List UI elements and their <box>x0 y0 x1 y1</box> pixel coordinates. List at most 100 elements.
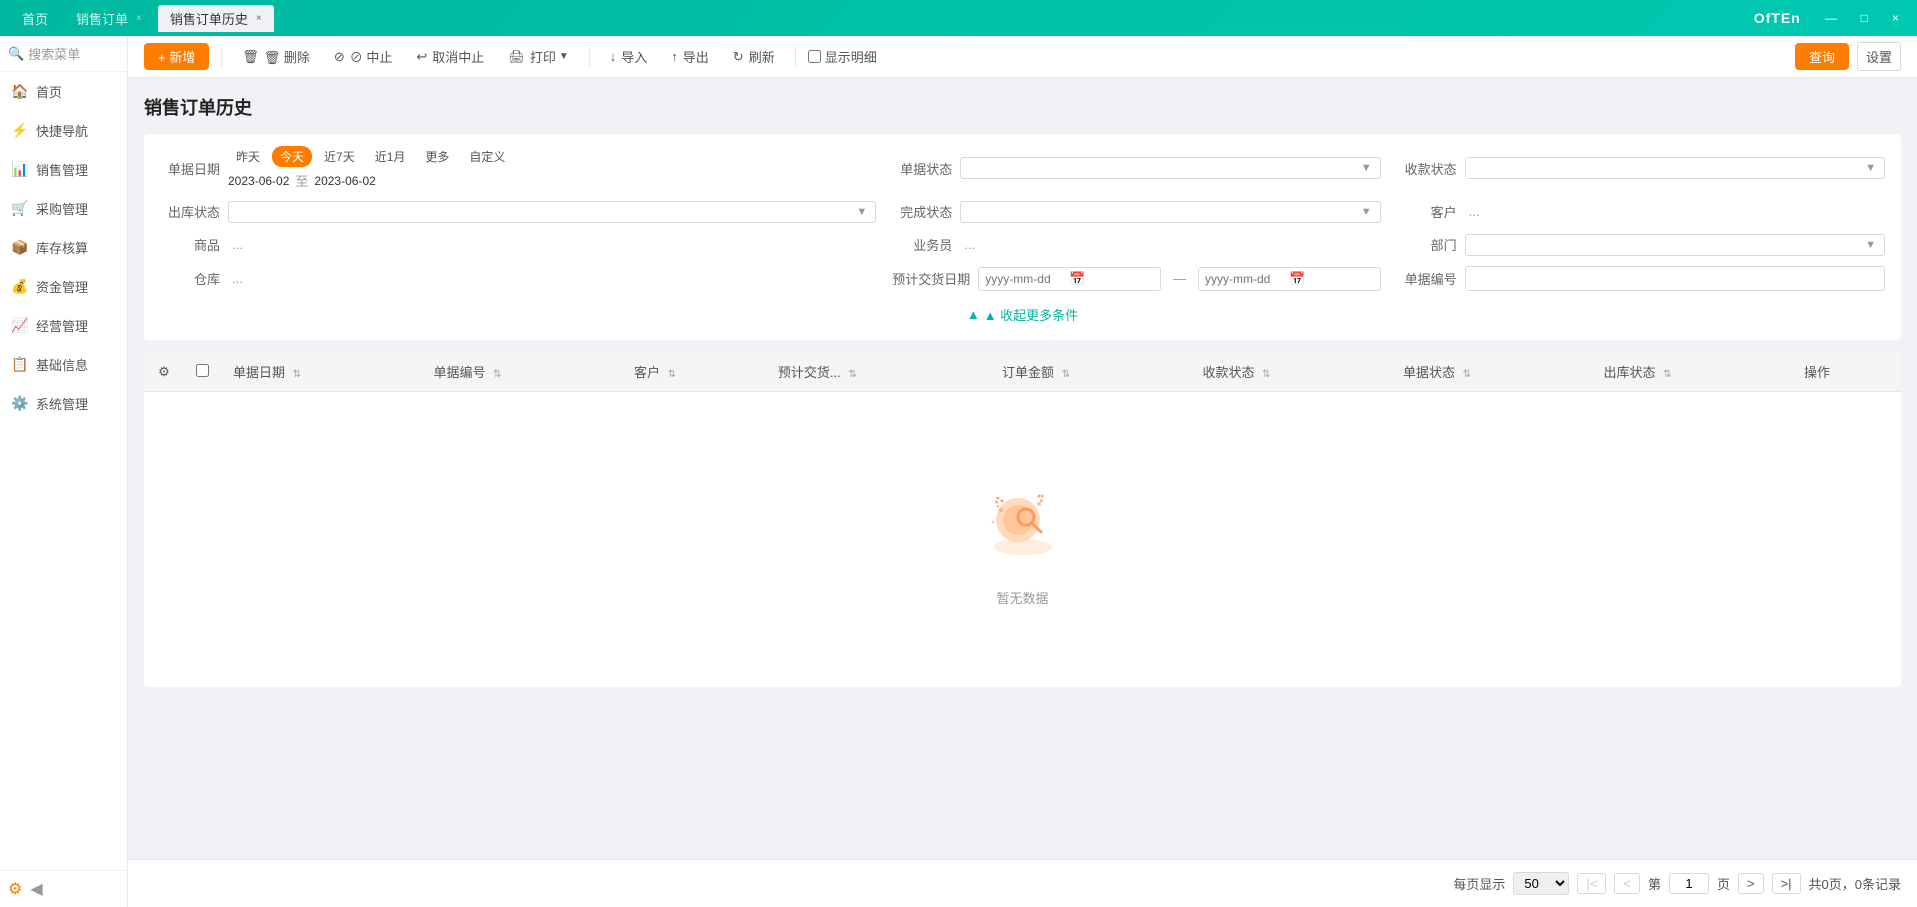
close-tab-sales-order[interactable]: × <box>136 13 142 24</box>
delivery-date-end-input[interactable] <box>1205 272 1285 286</box>
separator-2 <box>589 47 590 67</box>
delivery-date-end[interactable]: 📅 <box>1198 267 1381 291</box>
per-page-select[interactable]: 10 20 50 100 <box>1513 872 1569 895</box>
sidebar-item-operations[interactable]: 📈 经营管理 <box>0 306 127 345</box>
chevron-down-icon-2: ▼ <box>1865 162 1876 174</box>
th-ship-status[interactable]: 出库状态 ⇅ <box>1591 352 1792 392</box>
sidebar-item-quick-nav[interactable]: ⚡ 快捷导航 <box>0 111 127 150</box>
tab-home[interactable]: 首页 <box>10 5 60 32</box>
next-page-btn[interactable]: > <box>1738 873 1764 894</box>
bill-status-select[interactable]: ▼ <box>960 157 1380 179</box>
home-icon: 🏠 <box>12 84 28 100</box>
filter-row-3: 商品 ... 业务员 ... 部门 ▼ <box>160 233 1885 256</box>
import-icon: ↓ <box>610 49 617 64</box>
date-start-display: 2023-06-02 <box>228 174 289 188</box>
goods-picker[interactable]: ... <box>228 233 247 256</box>
stop-icon: ⊘ <box>334 49 345 65</box>
page-number-input[interactable] <box>1669 873 1709 894</box>
date-range: 2023-06-02 至 2023-06-02 <box>228 171 876 190</box>
th-order-amount[interactable]: 订单金额 ⇅ <box>990 352 1191 392</box>
bill-number-input[interactable] <box>1465 266 1885 291</box>
export-button[interactable]: ↑ 导出 <box>663 43 717 70</box>
th-delivery-date[interactable]: 预计交货... ⇅ <box>766 352 990 392</box>
payment-status-label: 收款状态 <box>1397 159 1457 178</box>
prev-page-btn[interactable]: < <box>1614 873 1640 894</box>
first-page-btn[interactable]: |< <box>1577 873 1606 894</box>
select-all-checkbox[interactable] <box>196 364 209 377</box>
empty-text: 暂无数据 <box>996 588 1048 607</box>
last-page-btn[interactable]: >| <box>1772 873 1801 894</box>
sort-icon-customer: ⇅ <box>668 369 676 380</box>
delivery-date-start[interactable]: 📅 <box>978 267 1161 291</box>
chip-yesterday[interactable]: 昨天 <box>228 146 268 167</box>
customer-picker[interactable]: ... <box>1465 200 1484 223</box>
department-label: 部门 <box>1397 235 1457 254</box>
collapse-more-btn[interactable]: ▲ ▲ 收起更多条件 <box>160 301 1885 328</box>
close-btn[interactable]: × <box>1884 9 1907 27</box>
department-select[interactable]: ▼ <box>1465 234 1885 256</box>
delivery-date-label: 预计交货日期 <box>892 269 970 288</box>
tab-sales-order[interactable]: 销售订单 × <box>64 5 154 32</box>
th-bill-number[interactable]: 单据编号 ⇅ <box>422 352 623 392</box>
complete-status-select[interactable]: ▼ <box>960 201 1380 223</box>
sidebar-item-sales[interactable]: 📊 销售管理 <box>0 150 127 189</box>
sidebar-item-inventory[interactable]: 📦 库存核算 <box>0 228 127 267</box>
sidebar-collapse-icon[interactable]: ◀ <box>30 879 42 899</box>
sidebar-item-label: 采购管理 <box>36 199 88 218</box>
stop-button[interactable]: ⊘ ⊘ 中止 <box>326 43 401 70</box>
minimize-btn[interactable]: — <box>1817 9 1845 27</box>
collapse-icon: ▲ <box>967 307 980 322</box>
salesperson-label: 业务员 <box>892 235 952 254</box>
delete-button[interactable]: 🗑 🗑 删除 <box>234 43 318 70</box>
bill-number-label: 单据编号 <box>1397 269 1457 288</box>
cancel-stop-button[interactable]: ↩ 取消中止 <box>408 43 492 70</box>
sort-icon-delivery: ⇅ <box>848 369 856 380</box>
settings-icon[interactable]: ⚙ <box>158 364 170 379</box>
show-detail-checkbox-label[interactable]: 显示明细 <box>808 47 877 66</box>
close-tab-sales-order-history[interactable]: × <box>256 13 262 24</box>
cancel-icon: ↩ <box>416 49 427 65</box>
chip-7days[interactable]: 近7天 <box>316 146 363 167</box>
new-button[interactable]: + 新增 <box>144 43 209 70</box>
sidebar-item-system[interactable]: ⚙️ 系统管理 <box>0 384 127 423</box>
chip-more[interactable]: 更多 <box>417 146 457 167</box>
chip-today[interactable]: 今天 <box>272 146 312 167</box>
th-bill-status[interactable]: 单据状态 ⇅ <box>1391 352 1592 392</box>
filter-customer: 客户 ... <box>1397 200 1885 223</box>
sidebar-item-home[interactable]: 🏠 首页 <box>0 72 127 111</box>
maximize-btn[interactable]: □ <box>1853 9 1876 27</box>
sidebar-settings-icon[interactable]: ⚙ <box>8 879 22 899</box>
refresh-button[interactable]: ↻ 刷新 <box>725 43 783 70</box>
th-bill-date[interactable]: 单据日期 ⇅ <box>221 352 422 392</box>
salesperson-picker[interactable]: ... <box>960 233 979 256</box>
th-checkbox[interactable] <box>184 352 221 392</box>
ship-status-select[interactable]: ▼ <box>228 201 876 223</box>
delivery-date-start-input[interactable] <box>985 272 1065 286</box>
separator <box>221 47 222 67</box>
sidebar-search[interactable]: 🔍 搜索菜单 <box>0 36 127 72</box>
sort-icon-ship: ⇅ <box>1663 369 1671 380</box>
th-settings[interactable]: ⚙ <box>144 352 184 392</box>
print-button[interactable]: 🖨 打印 ▼ <box>500 43 576 70</box>
query-button[interactable]: 查询 <box>1795 43 1849 70</box>
show-detail-checkbox[interactable] <box>808 50 821 63</box>
tab-sales-order-history[interactable]: 销售订单历史 × <box>158 5 274 32</box>
sort-icon-bill-number: ⇅ <box>493 369 501 380</box>
warehouse-picker[interactable]: ... <box>228 267 247 290</box>
print-arrow-icon: ▼ <box>559 51 569 62</box>
chip-1month[interactable]: 近1月 <box>367 146 414 167</box>
sidebar-item-purchase[interactable]: 🛒 采购管理 <box>0 189 127 228</box>
sales-icon: 📊 <box>12 162 28 178</box>
sidebar-item-basic-info[interactable]: 📋 基础信息 <box>0 345 127 384</box>
th-customer[interactable]: 客户 ⇅ <box>622 352 766 392</box>
import-button[interactable]: ↓ 导入 <box>602 43 656 70</box>
settings-button[interactable]: 设置 <box>1857 42 1901 71</box>
chip-custom[interactable]: 自定义 <box>461 146 513 167</box>
sidebar-item-label: 快捷导航 <box>36 121 88 140</box>
operations-icon: 📈 <box>12 318 28 334</box>
sidebar-item-finance[interactable]: 💰 资金管理 <box>0 267 127 306</box>
th-payment-status[interactable]: 收款状态 ⇅ <box>1190 352 1391 392</box>
payment-status-select[interactable]: ▼ <box>1465 157 1885 179</box>
sort-icon-payment: ⇅ <box>1262 369 1270 380</box>
finance-icon: 💰 <box>12 279 28 295</box>
